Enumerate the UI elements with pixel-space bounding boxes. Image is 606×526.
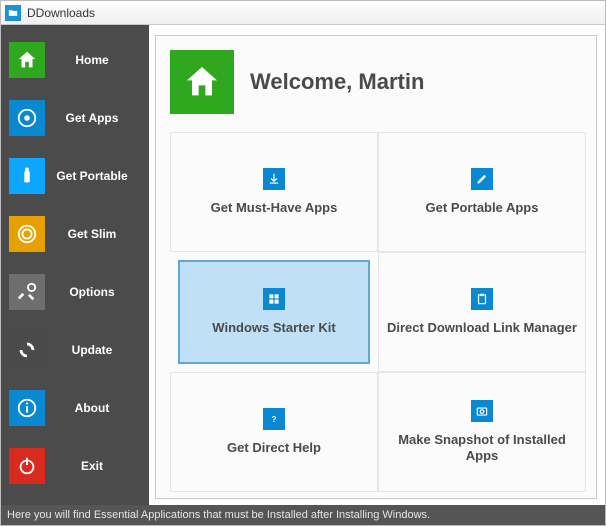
tile-label: Direct Download Link Manager [387,320,577,336]
sidebar-item-options[interactable]: Options [1,265,149,319]
tile-direct-download-link-manager[interactable]: Direct Download Link Manager [378,252,586,372]
power-icon [9,448,45,484]
tools-icon [9,274,45,310]
sidebar: Home Get Apps Get Portable Get Slim Opti… [1,25,149,505]
sidebar-item-exit[interactable]: Exit [1,439,149,493]
status-text: Here you will find Essential Application… [7,509,430,521]
sidebar-item-get-apps[interactable]: Get Apps [1,91,149,145]
sidebar-item-home[interactable]: Home [1,33,149,87]
sidebar-item-label: Home [45,53,149,67]
sidebar-item-about[interactable]: About [1,381,149,435]
sidebar-item-get-portable[interactable]: Get Portable [1,149,149,203]
tile-get-direct-help[interactable]: Get Direct Help [170,372,378,492]
home-icon [9,42,45,78]
usb-icon [9,158,45,194]
download-icon [263,168,285,190]
sidebar-item-get-slim[interactable]: Get Slim [1,207,149,261]
sidebar-item-label: About [45,401,149,415]
tile-label: Make Snapshot of Installed Apps [387,432,577,465]
titlebar: DDownloads [1,1,605,25]
sidebar-item-label: Get Apps [45,111,149,125]
app-icon [5,5,21,21]
sidebar-item-label: Exit [45,459,149,473]
home-icon [170,50,234,114]
tile-windows-starter-kit[interactable]: Windows Starter Kit [178,260,370,364]
main-panel: Welcome, Martin Get Must-Have Apps Get P… [155,35,597,499]
tile-make-snapshot[interactable]: Make Snapshot of Installed Apps [378,372,586,492]
window-title: DDownloads [27,6,95,20]
camera-icon [471,400,493,422]
tile-label: Get Portable Apps [426,200,539,216]
status-bar: Here you will find Essential Application… [1,505,605,525]
welcome-header: Welcome, Martin [170,50,586,114]
sidebar-item-label: Update [45,343,149,357]
sync-icon [9,332,45,368]
tile-label: Windows Starter Kit [212,320,335,336]
welcome-title: Welcome, Martin [250,69,424,95]
tile-must-have-apps[interactable]: Get Must-Have Apps [170,132,378,252]
info-icon [9,390,45,426]
help-icon [263,408,285,430]
sidebar-item-update[interactable]: Update [1,323,149,377]
pencil-icon [471,168,493,190]
disc-icon [9,100,45,136]
sidebar-item-label: Options [45,285,149,299]
rings-icon [9,216,45,252]
windows-icon [263,288,285,310]
tile-label: Get Must-Have Apps [211,200,338,216]
sidebar-item-label: Get Portable [45,169,149,183]
tiles-grid: Get Must-Have Apps Get Portable Apps Win… [170,132,586,492]
tile-portable-apps[interactable]: Get Portable Apps [378,132,586,252]
tile-label: Get Direct Help [227,440,321,456]
sidebar-item-label: Get Slim [45,227,149,241]
clipboard-icon [471,288,493,310]
